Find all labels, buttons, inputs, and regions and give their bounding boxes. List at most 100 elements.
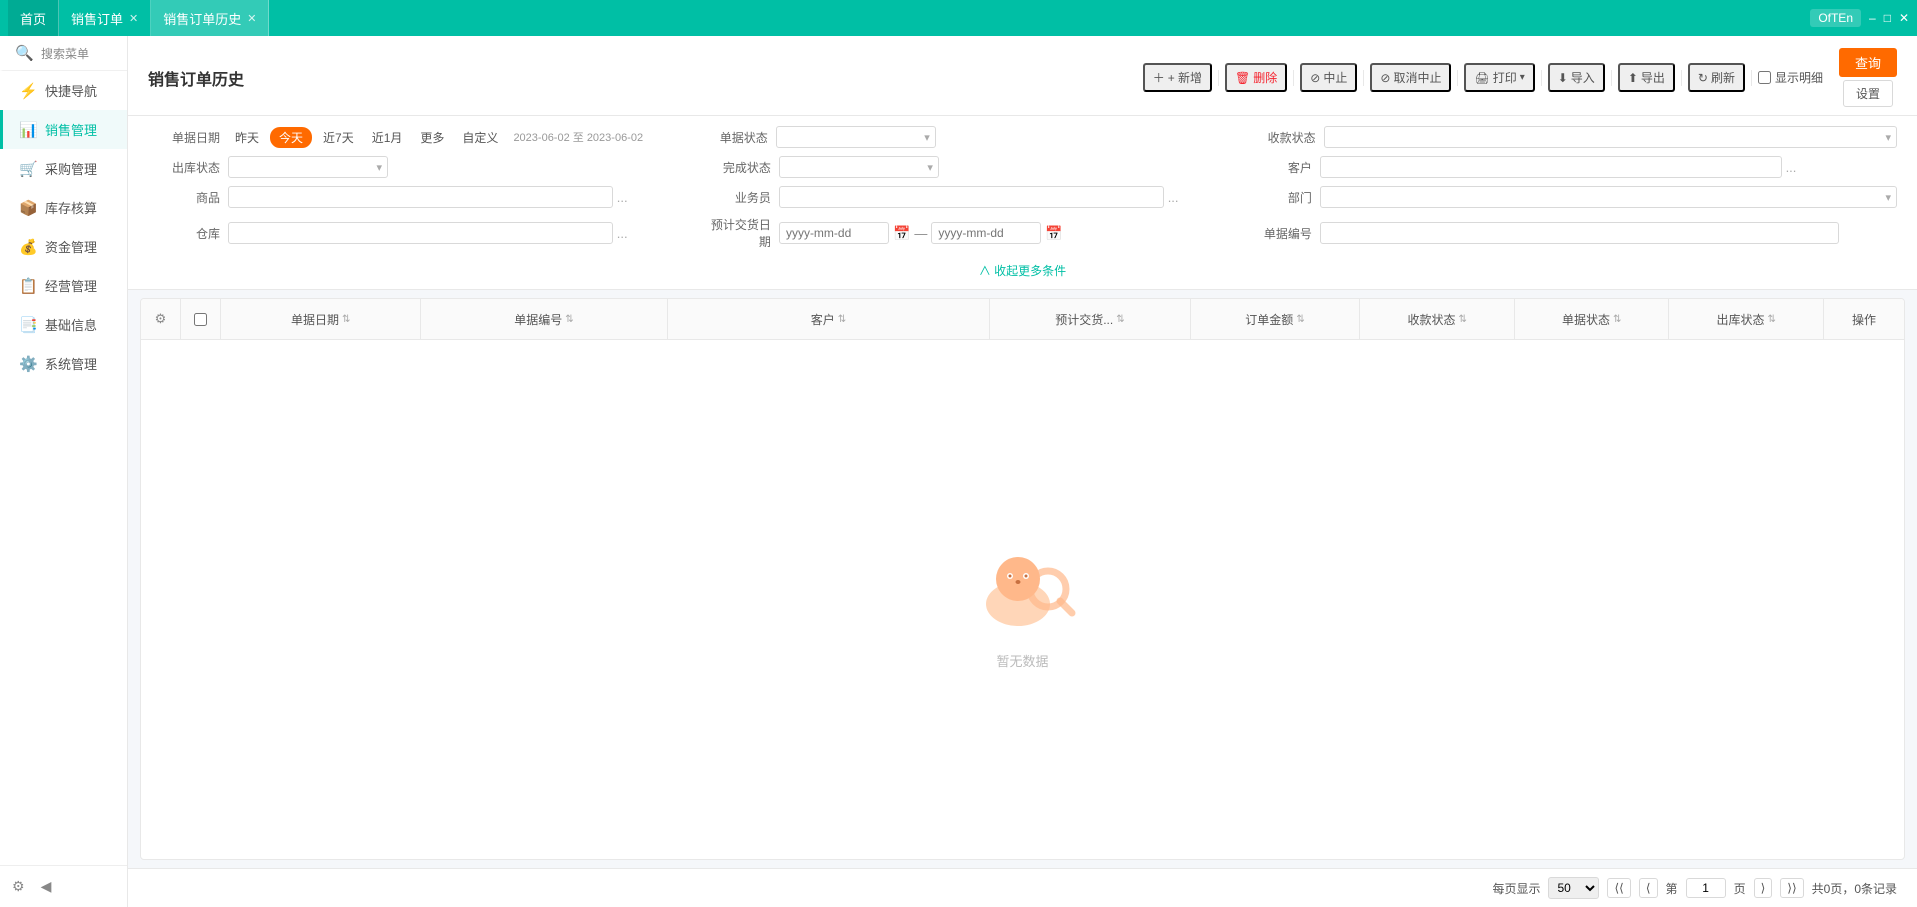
table-header: ⚙ 单据日期 ⇅ 单据编号 ⇅ 客户 ⇅ 预计交货... xyxy=(141,299,1904,340)
new-button[interactable]: ＋ + 新增 xyxy=(1143,63,1212,92)
page-size-select[interactable]: 50 10 20 100 xyxy=(1548,877,1599,899)
purchase-mgmt-icon: 🛒 xyxy=(19,160,37,178)
page-label: 第 xyxy=(1666,880,1678,897)
date-more-btn[interactable]: 更多 xyxy=(413,127,451,148)
sales-person-input[interactable] xyxy=(779,186,1164,208)
sidebar-search[interactable]: 🔍 搜索菜单 xyxy=(0,36,127,71)
sidebar-item-purchase-mgmt[interactable]: 🛒 采购管理 xyxy=(0,149,127,188)
th-checkbox[interactable] xyxy=(181,299,221,339)
print-button[interactable]: 🖨 打印 ▾ xyxy=(1464,63,1534,92)
sidebar-item-inventory[interactable]: 📦 库存核算 xyxy=(0,188,127,227)
sidebar-collapse-btn[interactable]: ◀ xyxy=(37,874,56,899)
cancel-stop-button[interactable]: ⊘ 取消中止 xyxy=(1370,63,1451,92)
calendar-from-icon[interactable]: 📅 xyxy=(893,225,910,242)
first-page-btn[interactable]: ⟨⟨ xyxy=(1607,878,1630,898)
dept-select[interactable] xyxy=(1320,186,1897,208)
customer-input[interactable] xyxy=(1320,156,1782,178)
date-last7-btn[interactable]: 近7天 xyxy=(316,127,361,148)
import-button[interactable]: ⬇ 导入 xyxy=(1548,63,1605,92)
sidebar-item-sales-mgmt[interactable]: 📊 销售管理 xyxy=(0,110,127,149)
print-icon: 🖨 xyxy=(1474,71,1489,85)
sidebar-item-basic-info[interactable]: 📑 基础信息 xyxy=(0,305,127,344)
date-yesterday-btn[interactable]: 昨天 xyxy=(228,127,266,148)
table-area: ⚙ 单据日期 ⇅ 单据编号 ⇅ 客户 ⇅ 预计交货... xyxy=(140,298,1905,860)
sidebar-item-finance[interactable]: 💰 资金管理 xyxy=(0,227,127,266)
refresh-button[interactable]: ↻ 刷新 xyxy=(1688,63,1745,92)
print-label: 打印 xyxy=(1493,69,1517,86)
last-page-btn[interactable]: ⟩⟩ xyxy=(1780,878,1803,898)
date-custom-btn[interactable]: 自定义 xyxy=(455,127,505,148)
minimize-btn[interactable]: – xyxy=(1869,11,1876,25)
doc-status-label: 单据状态 xyxy=(706,129,776,146)
sidebar-item-finance-label: 资金管理 xyxy=(45,237,97,256)
th-amount[interactable]: 订单金额 ⇅ xyxy=(1191,299,1361,339)
goods-input[interactable] xyxy=(228,186,613,208)
th-date[interactable]: 单据日期 ⇅ xyxy=(221,299,421,339)
out-status-select[interactable] xyxy=(228,156,388,178)
next-page-btn[interactable]: ⟩ xyxy=(1754,878,1773,898)
th-customer[interactable]: 客户 ⇅ xyxy=(668,299,991,339)
expected-delivery-label: 预计交货日期 xyxy=(709,216,779,250)
th-number-sort-icon: ⇅ xyxy=(565,314,573,325)
doc-number-input[interactable] xyxy=(1320,222,1839,244)
delete-button[interactable]: 🗑 删除 xyxy=(1225,63,1287,92)
th-receipt-status[interactable]: 收款状态 ⇅ xyxy=(1360,299,1515,339)
th-settings[interactable]: ⚙ xyxy=(141,299,181,339)
sidebar-item-quick-nav[interactable]: ⚡ 快捷导航 xyxy=(0,71,127,110)
date-last1month-btn[interactable]: 近1月 xyxy=(365,127,410,148)
filter-row-3: 商品 ... 业务员 ... 部门 xyxy=(148,186,1897,208)
setting-button[interactable]: 设置 xyxy=(1843,80,1893,107)
sidebar-item-purchase-mgmt-label: 采购管理 xyxy=(45,159,97,178)
page-number-input[interactable] xyxy=(1686,878,1726,898)
warehouse-ellipsis[interactable]: ... xyxy=(617,226,628,241)
tab-sales-order-history-close[interactable]: ✕ xyxy=(247,12,256,25)
collapse-bar[interactable]: ∧ 收起更多条件 xyxy=(148,258,1897,279)
th-number[interactable]: 单据编号 ⇅ xyxy=(421,299,667,339)
calendar-to-icon[interactable]: 📅 xyxy=(1045,225,1062,242)
tab-sales-order-close[interactable]: ✕ xyxy=(129,12,138,25)
customer-label: 客户 xyxy=(1260,159,1320,176)
prev-page-btn[interactable]: ⟨ xyxy=(1639,878,1658,898)
th-delivery[interactable]: 预计交货... ⇅ xyxy=(990,299,1190,339)
maximize-btn[interactable]: □ xyxy=(1884,11,1891,25)
sidebar-item-inventory-label: 库存核算 xyxy=(45,198,97,217)
warehouse-col: ... xyxy=(228,222,709,244)
delivery-date-from[interactable] xyxy=(779,222,889,244)
sidebar-item-operations[interactable]: 📋 经营管理 xyxy=(0,266,127,305)
complete-status-col xyxy=(779,156,1260,178)
show-detail-checkbox[interactable] xyxy=(1758,71,1771,84)
th-ops: 操作 xyxy=(1824,299,1904,339)
dept-select-wrapper xyxy=(1320,186,1897,208)
th-out-status[interactable]: 出库状态 ⇅ xyxy=(1669,299,1824,339)
receipt-status-select[interactable] xyxy=(1324,126,1897,148)
complete-status-select[interactable] xyxy=(779,156,939,178)
show-detail-checkbox-label[interactable]: 显示明细 xyxy=(1758,69,1823,86)
sales-person-ellipsis[interactable]: ... xyxy=(1168,190,1179,205)
out-status-label: 出库状态 xyxy=(148,159,228,176)
warehouse-input[interactable] xyxy=(228,222,613,244)
finance-icon: 💰 xyxy=(19,238,37,256)
date-today-btn[interactable]: 今天 xyxy=(270,127,312,148)
stop-button[interactable]: ⊘ 中止 xyxy=(1300,63,1357,92)
delete-label: 删除 xyxy=(1253,69,1277,86)
tab-sales-order[interactable]: 销售订单 ✕ xyxy=(59,0,151,36)
close-btn-window[interactable]: ✕ xyxy=(1899,11,1909,25)
query-button[interactable]: 查询 xyxy=(1839,48,1897,77)
th-customer-sort-icon: ⇅ xyxy=(838,314,846,325)
tab-home[interactable]: 首页 xyxy=(8,0,59,36)
select-all-checkbox[interactable] xyxy=(194,313,207,326)
goods-ellipsis[interactable]: ... xyxy=(617,190,628,205)
top-bar: 首页 销售订单 ✕ 销售订单历史 ✕ OfTEn – □ ✕ xyxy=(0,0,1917,36)
toolbar: ＋ + 新增 🗑 删除 ⊘ 中止 ⊘ 取消中止 xyxy=(1143,48,1897,107)
sidebar-settings-btn[interactable]: ⚙ xyxy=(8,874,29,899)
th-doc-status[interactable]: 单据状态 ⇅ xyxy=(1515,299,1670,339)
doc-status-select[interactable] xyxy=(776,126,936,148)
date-quick-btns: 昨天 今天 近7天 近1月 更多 自定义 xyxy=(228,127,505,148)
delivery-date-to[interactable] xyxy=(931,222,1041,244)
tab-sales-order-history[interactable]: 销售订单历史 ✕ xyxy=(151,0,269,36)
export-button[interactable]: ⬆ 导出 xyxy=(1618,63,1675,92)
stop-label: 中止 xyxy=(1323,69,1347,86)
sep2 xyxy=(1293,70,1294,86)
customer-ellipsis[interactable]: ... xyxy=(1786,160,1797,175)
sidebar-item-system[interactable]: ⚙️ 系统管理 xyxy=(0,344,127,383)
